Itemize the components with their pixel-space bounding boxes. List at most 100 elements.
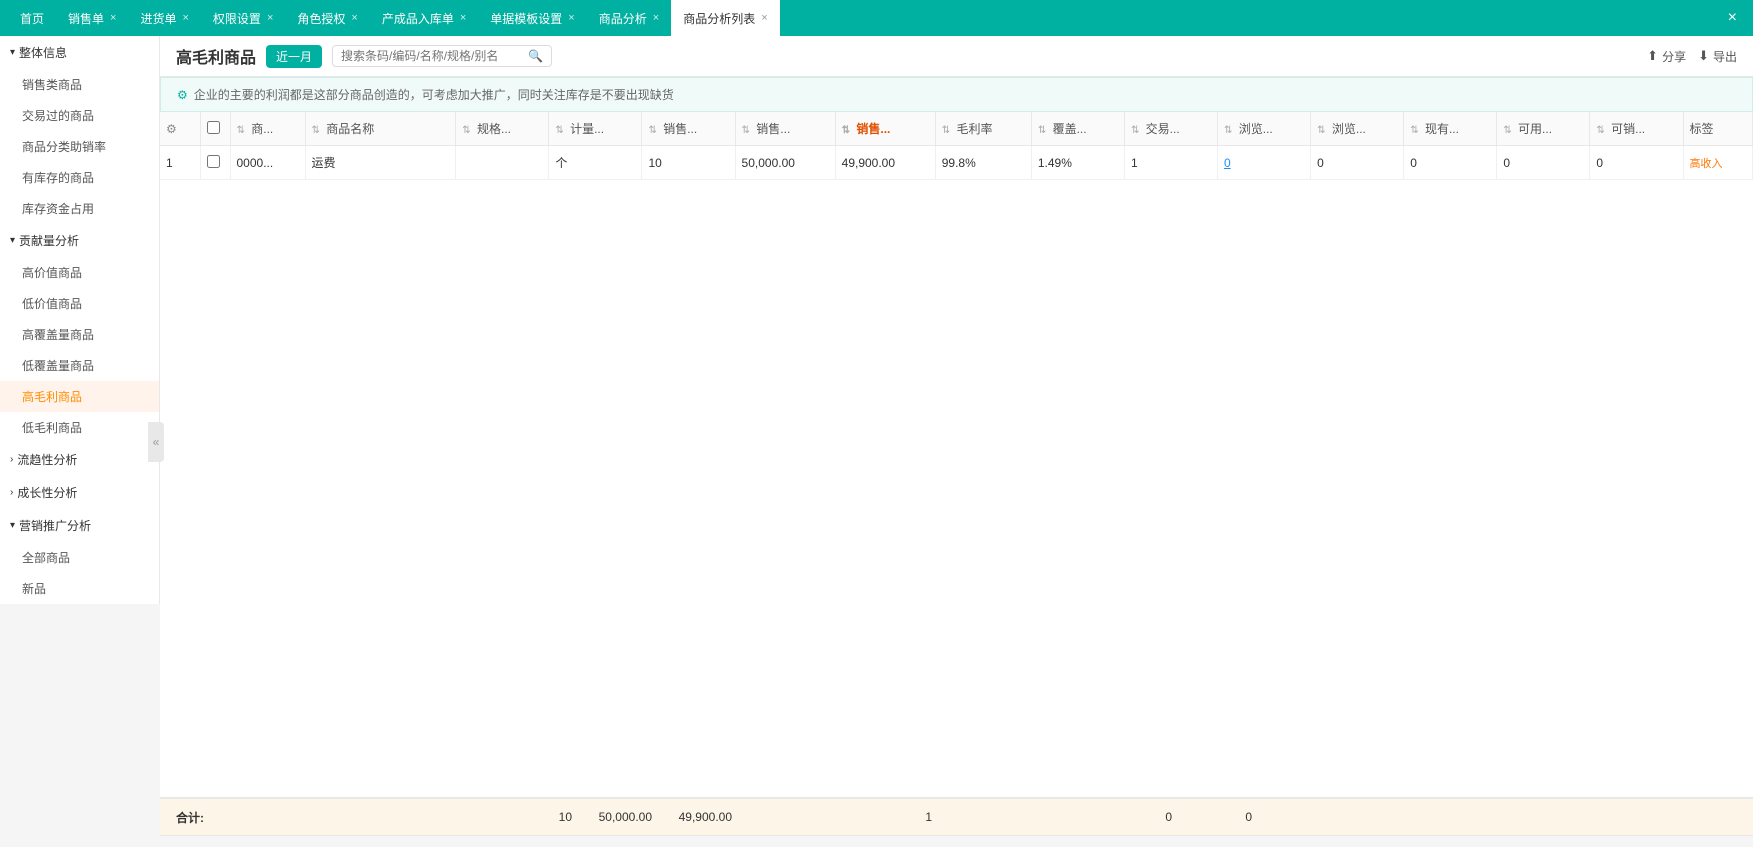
footer-columns: 10 50,000.00 49,900.00 1 0 0 <box>236 810 1737 824</box>
arrow-trend-icon: › <box>10 454 13 465</box>
close-role-auth-icon[interactable]: × <box>351 12 357 24</box>
cell-sales-qty: 10 <box>642 146 735 180</box>
footer-empty-1 <box>236 810 498 824</box>
nav-product-analysis-list[interactable]: 商品分析列表 × <box>671 0 779 36</box>
cell-cover-rate: 1.49% <box>1031 146 1124 180</box>
footer-stock-avail: 0 <box>1178 810 1258 824</box>
sidebar-item-stock-funds[interactable]: 库存资金占用 <box>0 193 159 224</box>
col-sales-qty: ⇅ 销售... <box>642 112 735 146</box>
sidebar-item-all-goods[interactable]: 全部商品 <box>0 542 159 573</box>
sidebar-item-new-goods[interactable]: 新品 <box>0 573 159 604</box>
info-bar: ⚙ 企业的主要的利润都是这部分商品创造的，可考虑加大推广，同时关注库存是不要出现… <box>160 77 1753 112</box>
export-button[interactable]: ⬇ 导出 <box>1698 48 1737 65</box>
col-stock-avail: ⇅ 可用... <box>1497 112 1590 146</box>
cell-sales-amount: 50,000.00 <box>735 146 835 180</box>
browse1-link[interactable]: 0 <box>1224 156 1231 170</box>
cell-tag: 高收入 <box>1683 146 1753 180</box>
search-icon[interactable]: 🔍 <box>528 49 543 63</box>
cell-browse2: 0 <box>1311 146 1404 180</box>
data-table: ⚙ ⇅ 商... ⇅ 商品名称 <box>160 112 1753 180</box>
nav-permission-settings[interactable]: 权限设置 × <box>201 0 285 36</box>
footer-sales-cost: 49,900.00 <box>658 810 738 824</box>
table-row: 1 0000... 运费 个 10 50,000.00 49,900.00 99… <box>160 146 1753 180</box>
search-input[interactable] <box>341 49 524 63</box>
close-all-tabs-icon[interactable]: × <box>1720 9 1745 27</box>
footer-totals: 合计: 10 50,000.00 49,900.00 1 0 0 <box>160 797 1753 835</box>
sidebar-group-contribution[interactable]: ▾ 贡献量分析 <box>0 224 159 257</box>
share-icon: ⬆ <box>1647 48 1658 64</box>
close-analysis-list-icon[interactable]: × <box>761 12 767 24</box>
arrow-overall-icon: ▾ <box>10 47 15 58</box>
sidebar-item-low-coverage[interactable]: 低覆盖量商品 <box>0 350 159 381</box>
col-gross-rate: ⇅ 毛利率 <box>935 112 1031 146</box>
col-stock-cur: ⇅ 现有... <box>1404 112 1497 146</box>
close-sales-order-icon[interactable]: × <box>110 12 116 24</box>
main-layout: ▾ 整体信息 销售类商品 交易过的商品 商品分类助销率 有库存的商品 库存资金占… <box>0 36 1753 847</box>
sidebar-item-traded-goods[interactable]: 交易过的商品 <box>0 100 159 131</box>
select-all-checkbox[interactable] <box>207 121 220 134</box>
nav-purchase-order[interactable]: 进货单 × <box>128 0 200 36</box>
col-check <box>200 112 230 146</box>
cell-sales-cost: 49,900.00 <box>835 146 935 180</box>
nav-sales-order[interactable]: 销售单 × <box>56 0 128 36</box>
cell-stock-avail: 0 <box>1497 146 1590 180</box>
close-product-inbound-icon[interactable]: × <box>460 12 466 24</box>
sidebar-group-overall-items: 销售类商品 交易过的商品 商品分类助销率 有库存的商品 库存资金占用 <box>0 69 159 224</box>
cell-name: 运费 <box>305 146 456 180</box>
sidebar-item-low-value[interactable]: 低价值商品 <box>0 288 159 319</box>
horizontal-scrollbar[interactable] <box>160 835 1753 847</box>
table-header-row: ⚙ ⇅ 商... ⇅ 商品名称 <box>160 112 1753 146</box>
row-checkbox[interactable] <box>207 155 220 168</box>
col-tag: 标签 <box>1683 112 1753 146</box>
cell-browse1: 0 <box>1218 146 1311 180</box>
cell-index: 1 <box>160 146 200 180</box>
header-actions: ⬆ 分享 ⬇ 导出 <box>1647 48 1737 65</box>
top-navigation: 首页 销售单 × 进货单 × 权限设置 × 角色授权 × 产成品入库单 × 单据… <box>0 0 1753 36</box>
tag-badge: 高收入 <box>1690 158 1723 170</box>
sidebar-group-contribution-items: 高价值商品 低价值商品 高覆盖量商品 低覆盖量商品 高毛利商品 低毛利商品 <box>0 257 159 443</box>
arrow-marketing-icon: ▾ <box>10 520 15 531</box>
sidebar-group-marketing[interactable]: ▾ 营销推广分析 <box>0 509 159 542</box>
cell-check <box>200 146 230 180</box>
col-name: ⇅ 商品名称 <box>305 112 456 146</box>
filter-period-button[interactable]: 近一月 <box>266 45 322 68</box>
sidebar-item-low-margin[interactable]: 低毛利商品 <box>0 412 159 443</box>
sidebar-item-high-value[interactable]: 高价值商品 <box>0 257 159 288</box>
export-icon: ⬇ <box>1698 48 1709 64</box>
nav-template-settings[interactable]: 单据模板设置 × <box>478 0 586 36</box>
footer-label: 合计: <box>176 809 236 826</box>
nav-role-auth[interactable]: 角色授权 × <box>285 0 369 36</box>
sidebar: ▾ 整体信息 销售类商品 交易过的商品 商品分类助销率 有库存的商品 库存资金占… <box>0 36 160 604</box>
settings-icon[interactable]: ⚙ <box>166 122 177 136</box>
share-button[interactable]: ⬆ 分享 <box>1647 48 1686 65</box>
cell-trade: 1 <box>1124 146 1217 180</box>
sidebar-collapse-button[interactable]: « <box>148 422 164 462</box>
sidebar-item-stocked-goods[interactable]: 有库存的商品 <box>0 162 159 193</box>
search-box: 🔍 <box>332 45 552 67</box>
sidebar-item-sales-goods[interactable]: 销售类商品 <box>0 69 159 100</box>
nav-product-analysis[interactable]: 商品分析 × <box>587 0 671 36</box>
close-product-analysis-icon[interactable]: × <box>653 12 659 24</box>
sidebar-item-high-coverage[interactable]: 高覆盖量商品 <box>0 319 159 350</box>
page-title: 高毛利商品 <box>176 44 256 68</box>
sidebar-group-overall[interactable]: ▾ 整体信息 <box>0 36 159 69</box>
sidebar-item-category-rate[interactable]: 商品分类助销率 <box>0 131 159 162</box>
sidebar-wrapper: ▾ 整体信息 销售类商品 交易过的商品 商品分类助销率 有库存的商品 库存资金占… <box>0 36 160 847</box>
sidebar-group-marketing-items: 全部商品 新品 <box>0 542 159 604</box>
close-purchase-order-icon[interactable]: × <box>182 12 188 24</box>
close-template-icon[interactable]: × <box>568 12 574 24</box>
col-browse1: ⇅ 浏览... <box>1218 112 1311 146</box>
arrow-contribution-icon: ▾ <box>10 235 15 246</box>
info-icon: ⚙ <box>177 88 188 102</box>
footer-sales-amount: 50,000.00 <box>578 810 658 824</box>
close-permission-icon[interactable]: × <box>267 12 273 24</box>
col-trade: ⇅ 交易... <box>1124 112 1217 146</box>
nav-home[interactable]: 首页 <box>8 0 56 36</box>
sidebar-group-growth[interactable]: › 成长性分析 <box>0 476 159 509</box>
footer-trade: 1 <box>858 810 938 824</box>
sidebar-item-high-margin[interactable]: 高毛利商品 <box>0 381 159 412</box>
cell-spec <box>456 146 549 180</box>
sidebar-group-trend[interactable]: › 流趋性分析 <box>0 443 159 476</box>
cell-code: 0000... <box>230 146 305 180</box>
nav-product-inbound[interactable]: 产成品入库单 × <box>370 0 478 36</box>
